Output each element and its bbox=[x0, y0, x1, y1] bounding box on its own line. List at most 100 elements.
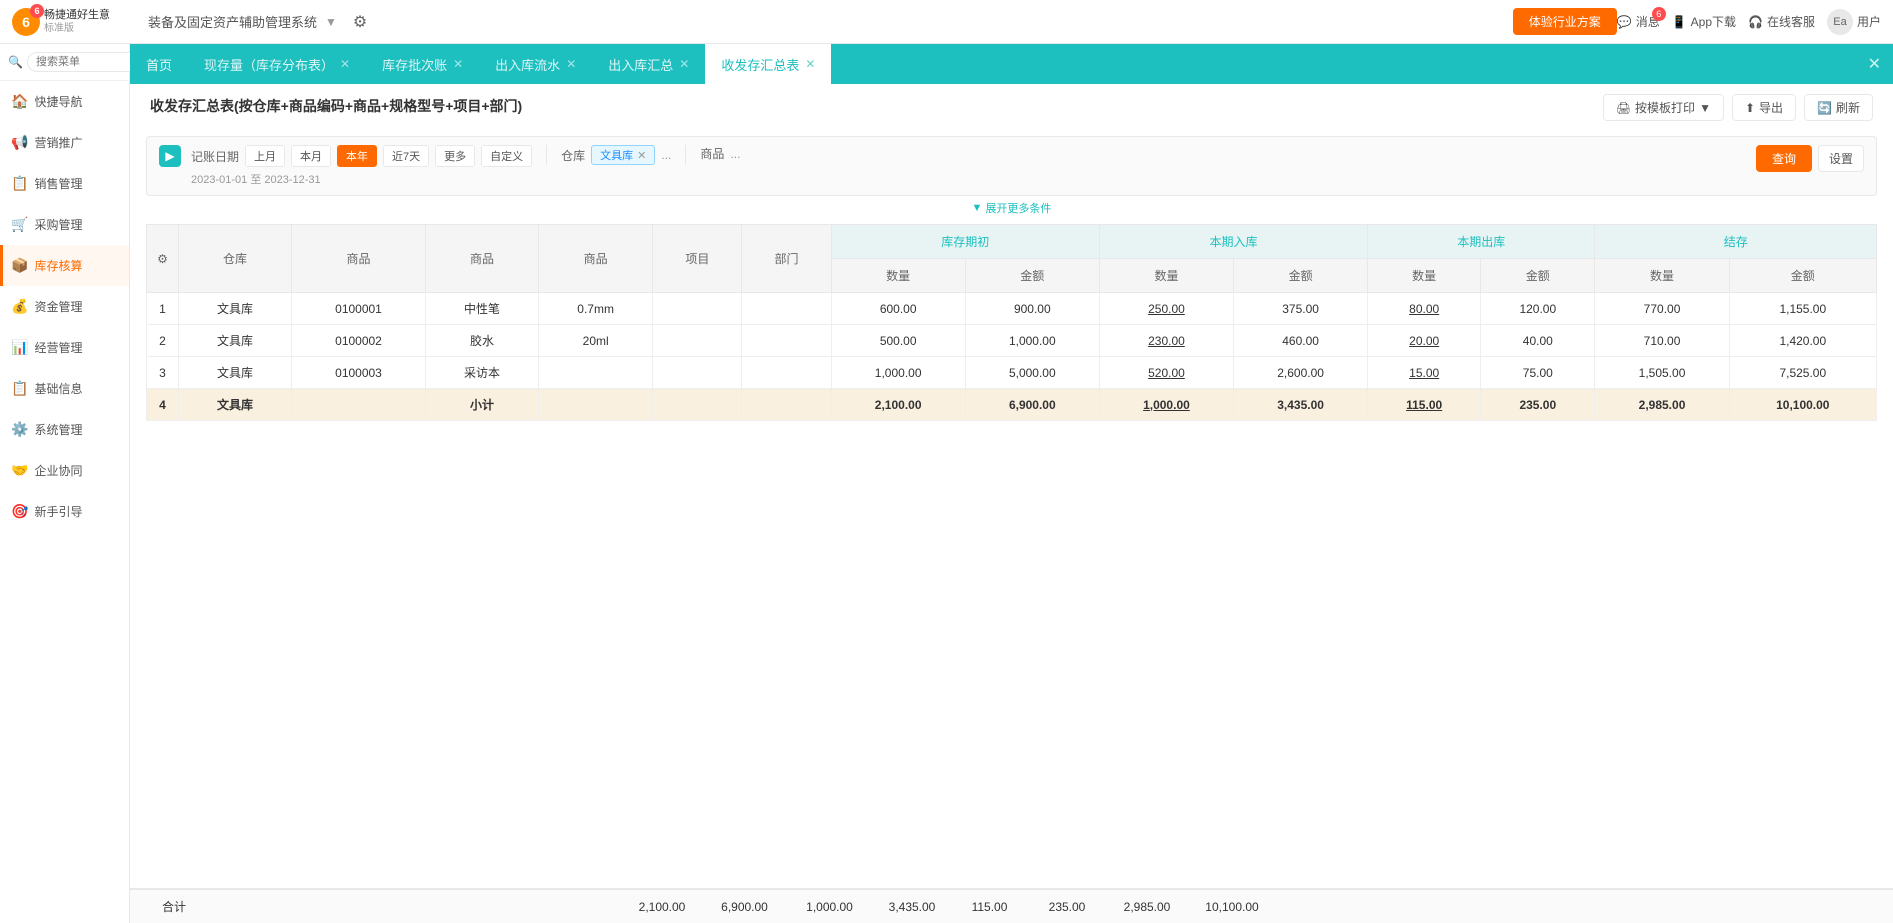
row-spec: 20ml bbox=[539, 325, 653, 357]
row-in-qty[interactable]: 230.00 bbox=[1099, 325, 1233, 357]
row-init-qty: 600.00 bbox=[831, 293, 965, 325]
warehouse-more[interactable]: ... bbox=[661, 148, 671, 162]
footer-init-qty: 2,100.00 bbox=[622, 900, 702, 914]
logo-badge: 6 bbox=[30, 4, 44, 18]
date-btn-more[interactable]: 更多 bbox=[435, 145, 475, 167]
tab-close-inout-summary[interactable]: ✕ bbox=[679, 57, 689, 71]
tab-close-batch[interactable]: ✕ bbox=[453, 57, 463, 71]
goods-label: 商品 bbox=[700, 145, 724, 162]
tab-bar: 首页 现存量（库存分布表） ✕ 库存批次账 ✕ 出入库流水 ✕ 出入库汇总 ✕ bbox=[130, 44, 1893, 84]
sidebar-item-finance[interactable]: 💰 资金管理 bbox=[0, 286, 129, 327]
row-in-amt: 375.00 bbox=[1234, 293, 1368, 325]
sidebar-item-inventory[interactable]: 📦 库存核算 bbox=[0, 245, 129, 286]
row-in-qty-link[interactable]: 250.00 bbox=[1148, 302, 1185, 316]
sidebar-item-purchase[interactable]: 🛒 采购管理 bbox=[0, 204, 129, 245]
footer-out-amt: 235.00 bbox=[1027, 900, 1107, 914]
sidebar-label-base-info: 基础信息 bbox=[34, 380, 82, 397]
sidebar-item-system[interactable]: ⚙️ 系统管理 bbox=[0, 409, 129, 450]
online-service-btn[interactable]: 🎧 在线客服 bbox=[1748, 13, 1815, 30]
tab-close-all-btn[interactable]: ✕ bbox=[1856, 54, 1893, 74]
experience-btn[interactable]: 体验行业方案 bbox=[1513, 8, 1617, 35]
tab-batch[interactable]: 库存批次账 ✕ bbox=[366, 44, 479, 84]
tab-home[interactable]: 首页 bbox=[130, 44, 188, 84]
row-in-qty-link[interactable]: 520.00 bbox=[1148, 366, 1185, 380]
export-btn[interactable]: ⬆ 导出 bbox=[1732, 94, 1796, 121]
row-dept bbox=[742, 293, 831, 325]
sidebar-item-sales[interactable]: 📋 销售管理 bbox=[0, 163, 129, 204]
app-download-btn[interactable]: 📱 App下载 bbox=[1672, 13, 1736, 30]
date-btn-7days[interactable]: 近7天 bbox=[383, 145, 429, 167]
row-in-qty[interactable]: 250.00 bbox=[1099, 293, 1233, 325]
sidebar-item-marketing[interactable]: 📢 营销推广 bbox=[0, 122, 129, 163]
row-bal-amt: 1,155.00 bbox=[1729, 293, 1876, 325]
user-avatar[interactable]: Ea 用户 bbox=[1827, 9, 1881, 35]
row-out-qty[interactable]: 80.00 bbox=[1368, 293, 1481, 325]
goods-more[interactable]: ... bbox=[730, 147, 740, 161]
refresh-btn[interactable]: 🔄 刷新 bbox=[1804, 94, 1873, 121]
settings-small-btn[interactable]: 设置 bbox=[1818, 145, 1864, 172]
system-dropdown-icon[interactable]: ▼ bbox=[325, 15, 337, 29]
sidebar-label-quick-nav: 快捷导航 bbox=[34, 93, 82, 110]
tab-inout-flow[interactable]: 出入库流水 ✕ bbox=[479, 44, 592, 84]
col-settings-gear[interactable]: ⚙ bbox=[157, 252, 168, 266]
col-in-qty: 数量 bbox=[1099, 259, 1233, 293]
content-area: 首页 现存量（库存分布表） ✕ 库存批次账 ✕ 出入库流水 ✕ 出入库汇总 ✕ bbox=[130, 44, 1893, 923]
col-spec-header: 商品 bbox=[539, 225, 653, 293]
print-btn[interactable]: 🖨 按模板打印 ▼ bbox=[1603, 94, 1724, 121]
message-badge: 6 bbox=[1652, 7, 1666, 21]
tab-inout-summary[interactable]: 出入库汇总 ✕ bbox=[592, 44, 705, 84]
row-out-qty[interactable]: 20.00 bbox=[1368, 325, 1481, 357]
sidebar-item-enterprise[interactable]: 🤝 企业协同 bbox=[0, 450, 129, 491]
row-in-qty-link[interactable]: 1,000.00 bbox=[1143, 398, 1190, 412]
date-btn-this-year[interactable]: 本年 bbox=[337, 145, 377, 167]
tab-close-receipt-summary[interactable]: ✕ bbox=[805, 57, 815, 71]
sidebar-label-operations: 经营管理 bbox=[34, 339, 82, 356]
row-out-qty-link[interactable]: 20.00 bbox=[1409, 334, 1439, 348]
query-actions: 查询 设置 bbox=[1756, 145, 1864, 172]
row-out-qty-link[interactable]: 115.00 bbox=[1406, 398, 1442, 412]
row-init-amt: 1,000.00 bbox=[965, 325, 1099, 357]
row-project bbox=[653, 389, 742, 421]
sidebar-item-quick-nav[interactable]: 🏠 快捷导航 bbox=[0, 81, 129, 122]
tab-stock-dist[interactable]: 现存量（库存分布表） ✕ bbox=[188, 44, 366, 84]
query-btn[interactable]: 查询 bbox=[1756, 145, 1812, 172]
sidebar-item-operations[interactable]: 📊 经营管理 bbox=[0, 327, 129, 368]
row-out-qty[interactable]: 115.00 bbox=[1368, 389, 1481, 421]
row-init-qty: 2,100.00 bbox=[831, 389, 965, 421]
footer-in-qty: 1,000.00 bbox=[787, 900, 872, 914]
row-out-qty-link[interactable]: 15.00 bbox=[1409, 366, 1439, 380]
expand-icon: ▼ bbox=[972, 202, 983, 214]
dropdown-icon: ▼ bbox=[1699, 101, 1711, 115]
settings-gear-icon[interactable]: ⚙ bbox=[353, 12, 367, 32]
row-dept bbox=[742, 357, 831, 389]
filter-toggle-btn[interactable]: ▶ bbox=[159, 145, 181, 167]
row-in-qty[interactable]: 520.00 bbox=[1099, 357, 1233, 389]
export-icon: ⬆ bbox=[1745, 101, 1755, 115]
sidebar-item-newbie[interactable]: 🎯 新手引导 bbox=[0, 491, 129, 532]
enterprise-icon: 🤝 bbox=[11, 462, 28, 479]
table-row: 4文具库小计2,100.006,900.001,000.003,435.0011… bbox=[147, 389, 1877, 421]
sidebar-item-base-info[interactable]: 📋 基础信息 bbox=[0, 368, 129, 409]
row-code: 0100002 bbox=[291, 325, 425, 357]
warehouse-tag-close[interactable]: ✕ bbox=[637, 149, 646, 162]
row-in-qty-link[interactable]: 230.00 bbox=[1148, 334, 1185, 348]
col-settings-header[interactable]: ⚙ bbox=[147, 225, 179, 293]
sidebar-label-purchase: 采购管理 bbox=[34, 216, 82, 233]
date-btn-this-month[interactable]: 本月 bbox=[291, 145, 331, 167]
date-btn-last-month[interactable]: 上月 bbox=[245, 145, 285, 167]
expand-btn[interactable]: ▼ 展开更多条件 bbox=[972, 200, 1052, 216]
system-icon: ⚙️ bbox=[11, 421, 28, 438]
tab-close-inout-flow[interactable]: ✕ bbox=[566, 57, 576, 71]
message-btn[interactable]: 💬 消息 6 bbox=[1617, 13, 1660, 30]
col-dept-header: 部门 bbox=[742, 225, 831, 293]
row-out-qty[interactable]: 15.00 bbox=[1368, 357, 1481, 389]
row-out-qty-link[interactable]: 80.00 bbox=[1409, 302, 1439, 316]
table-row: 1文具库0100001中性笔0.7mm600.00900.00250.00375… bbox=[147, 293, 1877, 325]
row-out-amt: 40.00 bbox=[1481, 325, 1595, 357]
home-icon: 🏠 bbox=[11, 93, 28, 110]
row-name: 胶水 bbox=[426, 325, 539, 357]
row-in-qty[interactable]: 1,000.00 bbox=[1099, 389, 1233, 421]
date-btn-custom[interactable]: 自定义 bbox=[481, 145, 532, 167]
tab-receipt-summary[interactable]: 收发存汇总表 ✕ bbox=[705, 44, 831, 84]
tab-close-stock-dist[interactable]: ✕ bbox=[340, 57, 350, 71]
